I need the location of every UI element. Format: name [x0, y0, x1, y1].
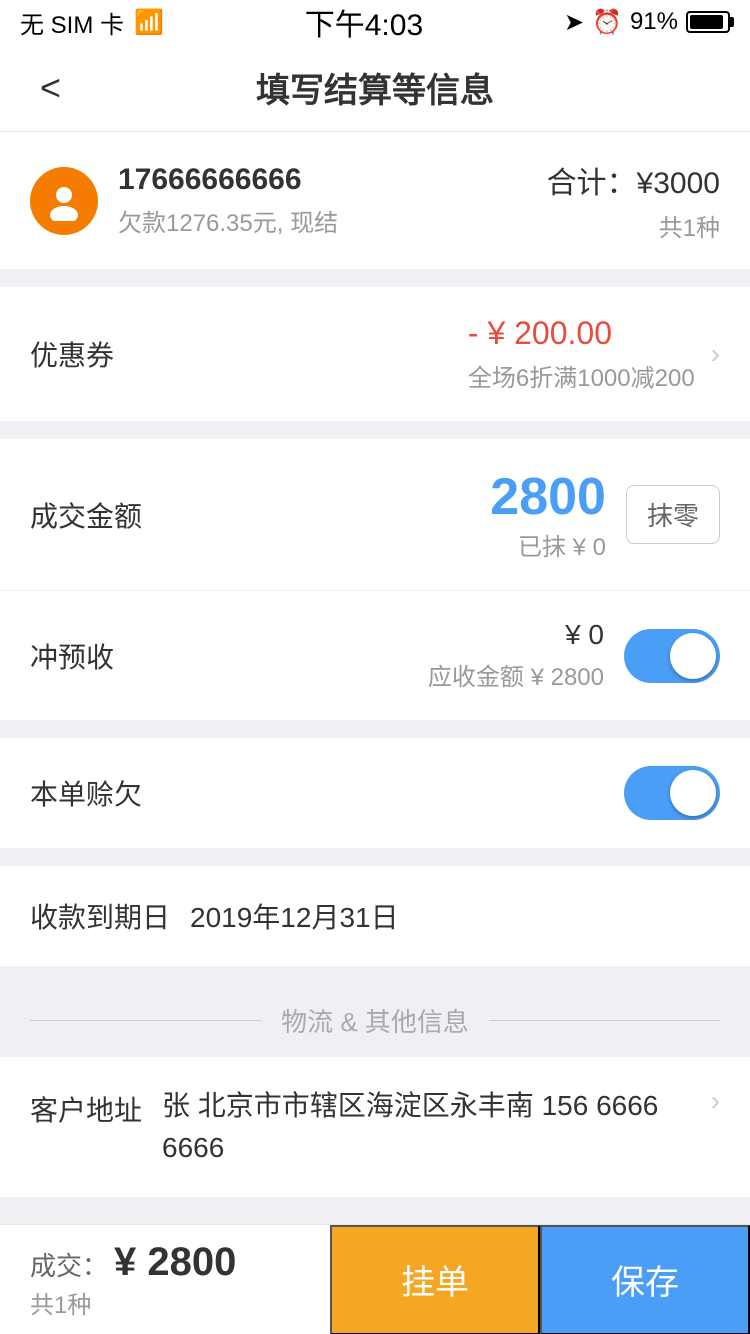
logistics-divider: 物流 & 其他信息 — [0, 984, 750, 1057]
due-date-row: 收款到期日 2019年12月31日 — [0, 866, 750, 966]
divider-line-right — [489, 1020, 720, 1021]
customer-phone: 17666666666 — [118, 163, 338, 197]
total-amount: 合计：¥3000 — [547, 158, 720, 202]
coupon-right: - ¥ 200.00 全场6折满1000减200 › — [468, 315, 720, 393]
content: 17666666666 欠款1276.35元, 现结 合计：¥3000 共1种 … — [0, 132, 750, 1317]
deal-amount-label: 成交金额 — [30, 495, 142, 535]
wifi-icon: 📶 — [134, 8, 164, 37]
divider-line-left — [30, 1020, 261, 1021]
debt-toggle-knob — [670, 770, 716, 816]
deal-amount-sub: 已抹 ¥ 0 — [490, 527, 606, 562]
logistics-label: 物流 & 其他信息 — [281, 1002, 469, 1039]
total-count: 共1种 — [547, 208, 720, 243]
address-row[interactable]: 客户地址 张 北京市市辖区海淀区永丰南 156 6666 6666 › — [0, 1057, 750, 1197]
save-button[interactable]: 保存 — [540, 1225, 750, 1334]
bottom-deal-label: 成交： — [30, 1246, 108, 1283]
debt-section: 本单赊欠 — [0, 738, 750, 848]
customer-row: 17666666666 欠款1276.35元, 现结 合计：¥3000 共1种 — [0, 132, 750, 269]
due-date-label: 收款到期日 — [30, 896, 170, 936]
address-chevron: › — [711, 1085, 720, 1117]
address-value: 张 北京市市辖区海淀区永丰南 156 6666 6666 — [162, 1085, 711, 1169]
prereceipt-sub: 应收金额 ¥ 2800 — [428, 657, 604, 692]
customer-right: 合计：¥3000 共1种 — [547, 158, 720, 243]
alarm-icon: ⏰ — [592, 8, 622, 37]
page-title: 填写结算等信息 — [256, 63, 494, 112]
status-right: ➤ ⏰ 91% — [564, 8, 730, 37]
deal-amount-number: 2800 — [490, 467, 606, 527]
round-zero-button[interactable]: 抹零 — [626, 485, 720, 544]
hold-button[interactable]: 挂单 — [330, 1225, 540, 1334]
deal-amount-row: 成交金额 2800 已抹 ¥ 0 抹零 — [0, 439, 750, 590]
location-icon: ➤ — [564, 8, 584, 37]
prereceipt-right: ¥ 0 应收金额 ¥ 2800 — [428, 619, 720, 692]
status-left: 无 SIM 卡 📶 — [20, 5, 164, 40]
toggle-knob — [670, 633, 716, 679]
customer-sub-info: 欠款1276.35元, 现结 — [118, 203, 338, 238]
battery-icon — [686, 11, 730, 33]
prereceipt-label: 冲预收 — [30, 636, 114, 676]
battery-percent: 91% — [630, 8, 678, 36]
due-date-value: 2019年12月31日 — [190, 896, 399, 936]
sim-status: 无 SIM 卡 — [20, 5, 124, 40]
nav-bar: < 填写结算等信息 — [0, 44, 750, 132]
bottom-deal-count: 共1种 — [30, 1285, 300, 1320]
bottom-info: 成交： ¥ 2800 共1种 — [0, 1240, 330, 1320]
customer-section: 17666666666 欠款1276.35元, 现结 合计：¥3000 共1种 — [0, 132, 750, 269]
back-button[interactable]: < — [30, 57, 71, 119]
bottom-bar: 成交： ¥ 2800 共1种 挂单 保存 — [0, 1224, 750, 1334]
bottom-deal-amount: ¥ 2800 — [114, 1240, 236, 1285]
coupon-label: 优惠券 — [30, 334, 114, 374]
status-bar: 无 SIM 卡 📶 下午4:03 ➤ ⏰ 91% — [0, 0, 750, 44]
avatar — [30, 167, 98, 235]
prereceipt-value: ¥ 0 — [428, 619, 604, 651]
prereceipt-values: ¥ 0 应收金额 ¥ 2800 — [428, 619, 604, 692]
customer-left: 17666666666 欠款1276.35元, 现结 — [30, 163, 338, 238]
coupon-chevron: › — [711, 338, 720, 370]
bottom-deal-row: 成交： ¥ 2800 — [30, 1240, 300, 1285]
prereceipt-row: 冲预收 ¥ 0 应收金额 ¥ 2800 — [0, 590, 750, 720]
address-label: 客户地址 — [30, 1089, 142, 1129]
debt-toggle[interactable] — [624, 766, 720, 820]
coupon-sub: 全场6折满1000减200 — [468, 358, 695, 393]
customer-info: 17666666666 欠款1276.35元, 现结 — [118, 163, 338, 238]
coupon-row[interactable]: 优惠券 - ¥ 200.00 全场6折满1000减200 › — [0, 287, 750, 421]
debt-row: 本单赊欠 — [0, 738, 750, 848]
deal-right: 2800 已抹 ¥ 0 抹零 — [490, 467, 720, 562]
coupon-value: - ¥ 200.00 — [468, 315, 695, 352]
coupon-section: 优惠券 - ¥ 200.00 全场6折满1000减200 › — [0, 287, 750, 421]
prereceipt-toggle[interactable] — [624, 629, 720, 683]
deal-section: 成交金额 2800 已抹 ¥ 0 抹零 冲预收 ¥ 0 应收金额 ¥ 2800 — [0, 439, 750, 720]
debt-label: 本单赊欠 — [30, 773, 142, 813]
coupon-values: - ¥ 200.00 全场6折满1000减200 — [468, 315, 695, 393]
status-time: 下午4:03 — [305, 0, 423, 44]
deal-amount-values: 2800 已抹 ¥ 0 — [490, 467, 606, 562]
